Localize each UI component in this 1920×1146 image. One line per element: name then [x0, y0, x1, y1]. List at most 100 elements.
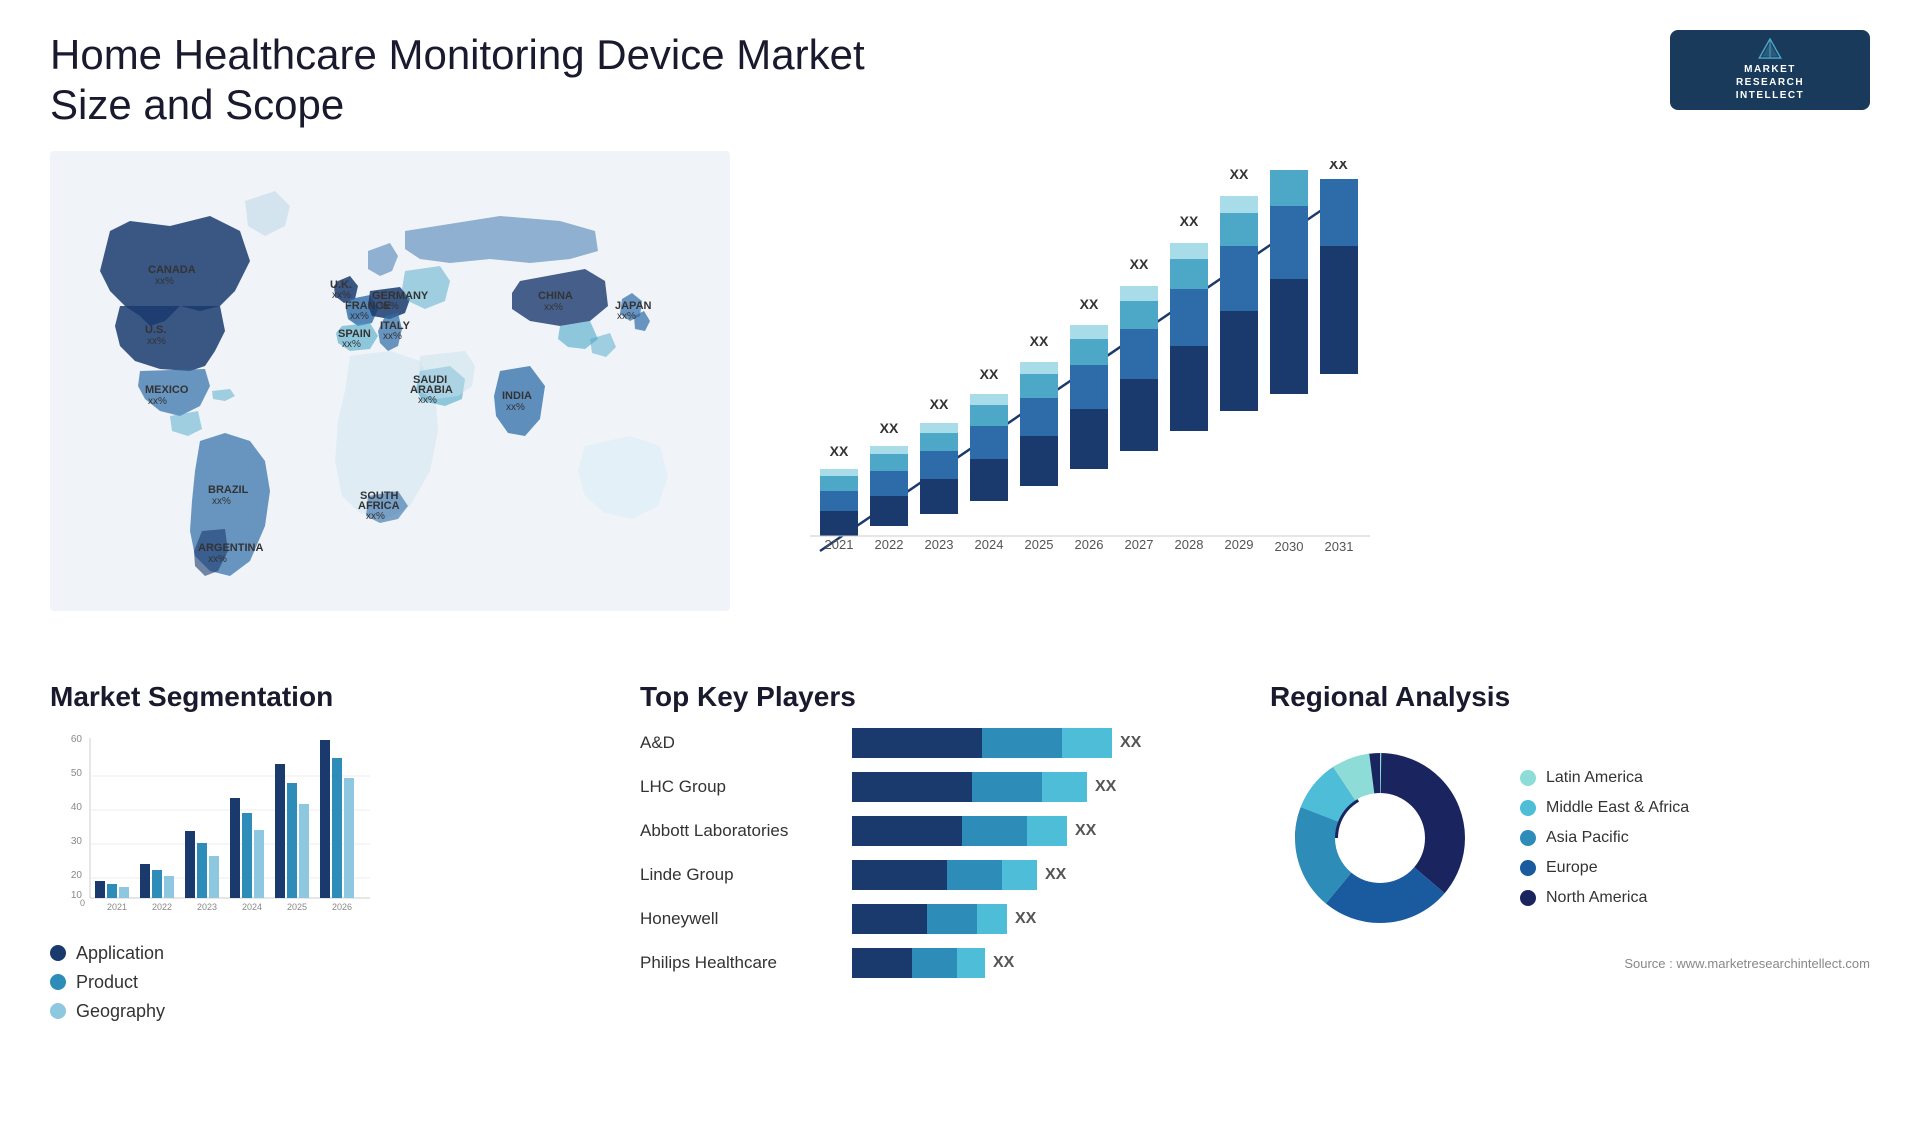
player-value: XX [1045, 866, 1066, 884]
svg-text:XX: XX [1030, 333, 1049, 349]
svg-text:xx%: xx% [544, 302, 563, 313]
svg-text:30: 30 [71, 836, 83, 847]
svg-text:2024: 2024 [975, 537, 1004, 552]
legend-dot-latin [1520, 770, 1536, 786]
svg-text:xx%: xx% [155, 276, 174, 287]
legend-item-asiapac: Asia Pacific [1520, 829, 1689, 847]
bar-segment-mid [927, 904, 977, 934]
players-title: Top Key Players [640, 681, 1240, 713]
player-row: A&D XX [640, 728, 1240, 758]
regional-title: Regional Analysis [1270, 681, 1870, 713]
bar-segment-light [1027, 816, 1067, 846]
bar-segment-light [957, 948, 985, 978]
svg-text:xx%: xx% [148, 396, 167, 407]
svg-text:xx%: xx% [366, 511, 385, 522]
players-list: A&D XX LHC Group [640, 728, 1240, 978]
legend-item-product: Product [50, 972, 610, 993]
player-bar-container: XX [852, 860, 1066, 890]
player-bar [852, 948, 985, 978]
svg-text:xx%: xx% [418, 395, 437, 406]
svg-text:xx%: xx% [506, 402, 525, 413]
svg-text:XX: XX [1329, 161, 1348, 172]
segmentation-section: Market Segmentation 60 50 40 30 20 10 [50, 681, 610, 1022]
svg-text:2026: 2026 [332, 902, 352, 912]
svg-text:2030: 2030 [1275, 539, 1304, 554]
legend-dot-geography [50, 1003, 66, 1019]
svg-text:60: 60 [71, 734, 83, 745]
player-row: Linde Group XX [640, 860, 1240, 890]
bar-segment-dark [852, 772, 972, 802]
svg-text:2022: 2022 [152, 902, 172, 912]
bar-segment-light [1042, 772, 1087, 802]
svg-text:xx%: xx% [342, 339, 361, 350]
legend-label: North America [1546, 889, 1647, 907]
donut-container: Latin America Middle East & Africa Asia … [1270, 728, 1870, 948]
svg-text:0: 0 [80, 898, 85, 908]
bar-segment-light [977, 904, 1007, 934]
svg-text:2028: 2028 [1175, 537, 1204, 552]
svg-text:ARGENTINA: ARGENTINA [198, 542, 263, 554]
svg-text:xx%: xx% [212, 496, 231, 507]
player-row: Honeywell XX [640, 904, 1240, 934]
bar-segment-dark [852, 728, 982, 758]
svg-text:xx%: xx% [147, 336, 166, 347]
bar-segment-dark [852, 948, 912, 978]
source-text: Source : www.marketresearchintellect.com [1270, 956, 1870, 971]
player-value: XX [1120, 734, 1141, 752]
svg-text:XX: XX [930, 396, 949, 412]
legend-item-latin: Latin America [1520, 769, 1689, 787]
regional-section: Regional Analysis [1270, 681, 1870, 1022]
legend-item-mea: Middle East & Africa [1520, 799, 1689, 817]
svg-text:INDIA: INDIA [502, 390, 532, 402]
legend-label: Europe [1546, 859, 1598, 877]
player-name: LHC Group [640, 777, 840, 797]
svg-text:XX: XX [830, 443, 849, 459]
donut-chart [1270, 728, 1490, 948]
svg-text:MEXICO: MEXICO [145, 384, 189, 396]
header: Home Healthcare Monitoring Device Market… [50, 30, 1870, 131]
logo-icon [1750, 38, 1790, 59]
player-bar-container: XX [852, 728, 1141, 758]
legend-dot-product [50, 974, 66, 990]
bar-chart-section: XX 2021 XX 2022 XX 2023 [750, 151, 1870, 651]
logo: MARKET RESEARCH INTELLECT [1670, 30, 1870, 110]
svg-text:2025: 2025 [287, 902, 307, 912]
player-bar [852, 728, 1112, 758]
player-row: Abbott Laboratories XX [640, 816, 1240, 846]
svg-text:2027: 2027 [1125, 537, 1154, 552]
player-bar [852, 904, 1007, 934]
svg-text:xx%: xx% [383, 331, 402, 342]
bar-segment-light [1062, 728, 1112, 758]
svg-text:xx%: xx% [208, 554, 227, 565]
legend-item-application: Application [50, 943, 610, 964]
page-title: Home Healthcare Monitoring Device Market… [50, 30, 950, 131]
main-content: CANADA xx% U.S. xx% MEXICO xx% BRAZIL xx… [50, 151, 1870, 1022]
legend-item-northam: North America [1520, 889, 1689, 907]
legend-label: Latin America [1546, 769, 1643, 787]
player-name: Linde Group [640, 865, 840, 885]
logo-text: MARKET RESEARCH INTELLECT [1736, 63, 1805, 102]
main-bar-chart-svg: XX 2021 XX 2022 XX 2023 [790, 161, 1370, 621]
player-bar-container: XX [852, 904, 1036, 934]
legend-dot-application [50, 945, 66, 961]
players-section: Top Key Players A&D XX [640, 681, 1240, 1022]
map-section: CANADA xx% U.S. xx% MEXICO xx% BRAZIL xx… [50, 151, 730, 651]
bar-segment-mid [962, 816, 1027, 846]
bar-segment-mid [947, 860, 1002, 890]
player-bar [852, 860, 1037, 890]
svg-text:U.S.: U.S. [145, 324, 166, 336]
player-bar [852, 772, 1087, 802]
svg-text:2025: 2025 [1025, 537, 1054, 552]
regional-legend: Latin America Middle East & Africa Asia … [1520, 769, 1689, 907]
legend-label: Middle East & Africa [1546, 799, 1689, 817]
world-map-svg: CANADA xx% U.S. xx% MEXICO xx% BRAZIL xx… [50, 151, 730, 611]
player-value: XX [1015, 910, 1036, 928]
player-value: XX [1075, 822, 1096, 840]
page-container: Home Healthcare Monitoring Device Market… [0, 0, 1920, 1146]
svg-text:2021: 2021 [825, 537, 854, 552]
bar-segment-mid [912, 948, 957, 978]
bar-segment-mid [982, 728, 1062, 758]
svg-text:40: 40 [71, 802, 83, 813]
bar-segment-dark [852, 904, 927, 934]
player-name: Honeywell [640, 909, 840, 929]
